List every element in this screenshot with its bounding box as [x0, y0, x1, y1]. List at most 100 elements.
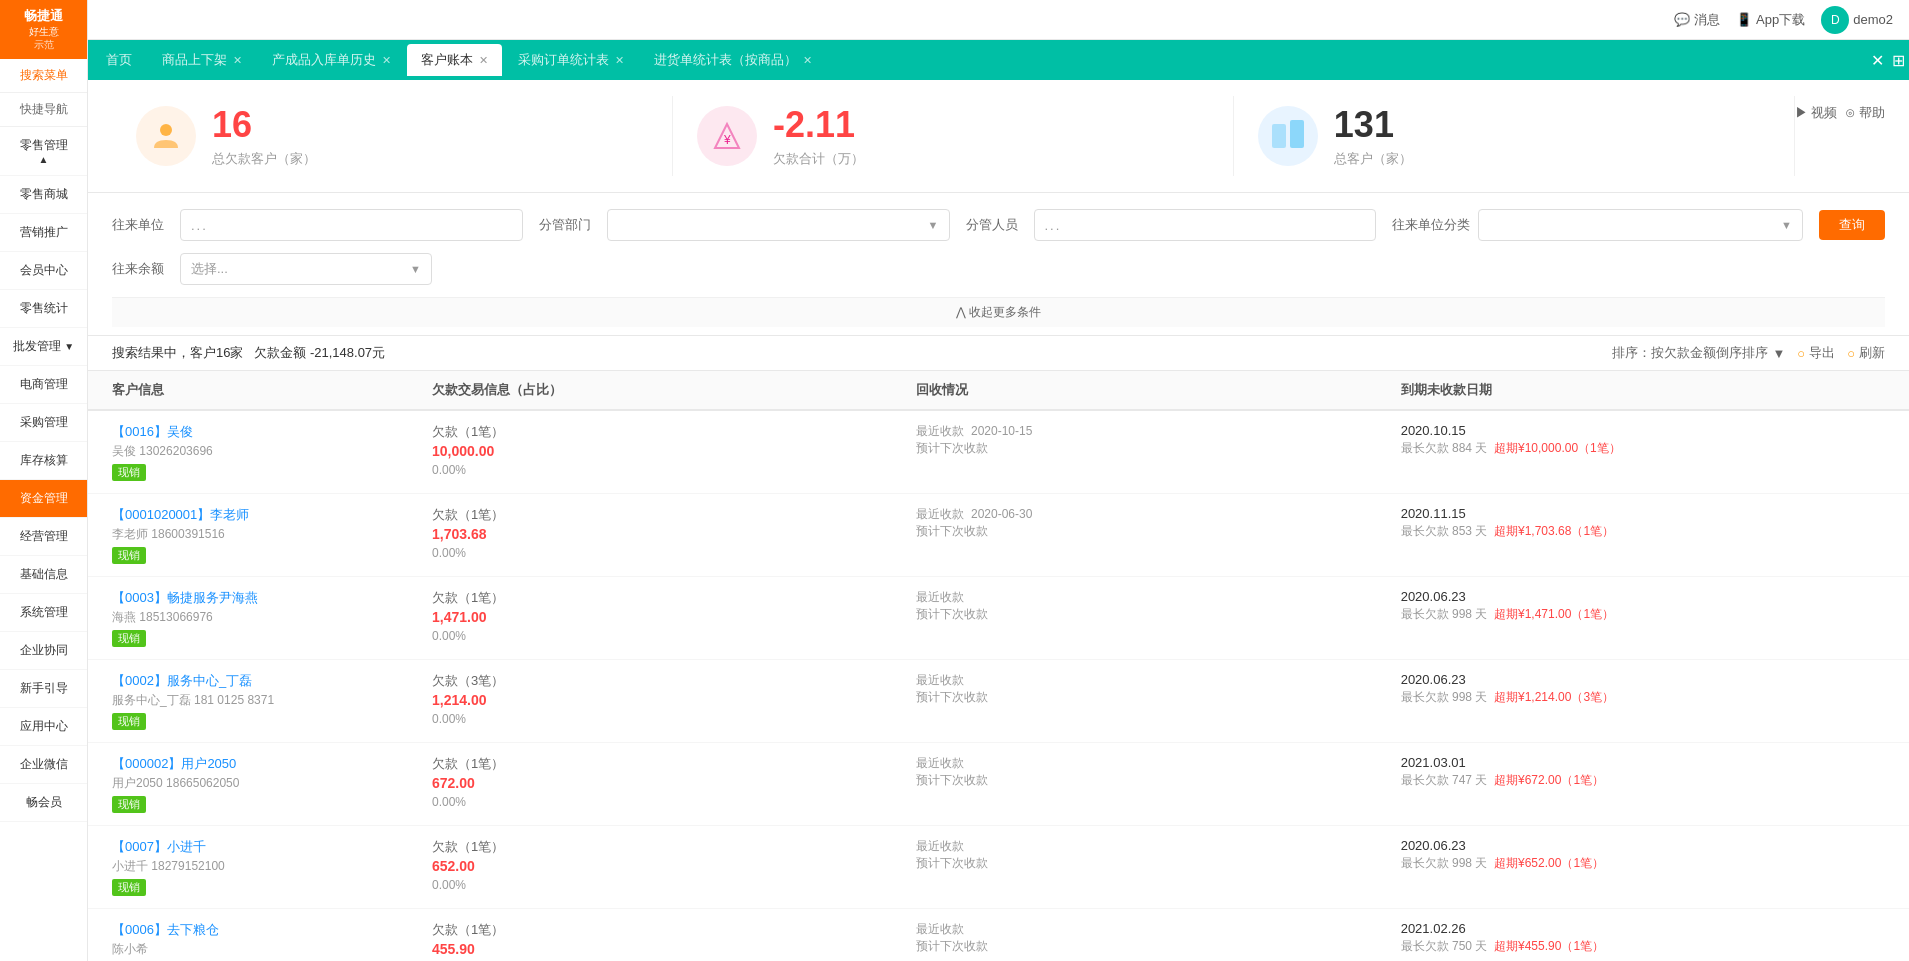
customer-name[interactable]: 【000002】用户2050	[112, 755, 432, 773]
results-info: 搜索结果中，客户16家 欠款金额 -21,148.07元	[112, 344, 385, 362]
phone-icon: 📱	[1736, 12, 1752, 27]
collection-info: 最近收款 2020-10-15 预计下次收款	[916, 423, 1400, 457]
sidebar-item-retail-mgmt[interactable]: 零售管理 ▲	[0, 127, 87, 176]
customer-tag: 现销	[112, 630, 146, 647]
customer-name[interactable]: 【0016】吴俊	[112, 423, 432, 441]
overdue-amount[interactable]: 超期¥672.00（1笔）	[1494, 773, 1604, 787]
customer-phone: 小进千 18279152100	[112, 858, 432, 875]
filter-row-1: 往来单位 ... 分管部门 ▼ 分管人员 ...	[112, 209, 1885, 241]
sidebar-item-member[interactable]: 会员中心	[0, 252, 87, 290]
stat-card-customers: 16 总欠款客户（家）	[112, 96, 673, 176]
tab-close-icon[interactable]: ✕	[233, 54, 242, 67]
customer-name[interactable]: 【0006】去下粮仓	[112, 921, 432, 939]
refresh-icon: ○	[1847, 346, 1855, 361]
remainder-select[interactable]: 选择... ▼	[180, 253, 432, 285]
debt-info: 欠款（3笔） 1,214.00 0.00%	[432, 672, 916, 726]
stat-label-debt: 欠款合计（万）	[773, 150, 864, 168]
app-download-button[interactable]: 📱 App下载	[1736, 11, 1805, 29]
sidebar-item-finance[interactable]: 资金管理	[0, 480, 87, 518]
video-button[interactable]: ▶ 视频	[1795, 104, 1838, 122]
fullscreen-icon[interactable]: ⊞	[1892, 51, 1905, 70]
collection-info: 最近收款 2020-06-30 预计下次收款	[916, 506, 1400, 540]
next-collection-label: 预计下次收款	[916, 523, 1400, 540]
overdue-date: 2020.06.23	[1401, 589, 1885, 604]
overdue-amount[interactable]: 超期¥1,214.00（3笔）	[1494, 690, 1614, 704]
debt-info: 欠款（1笔） 652.00 0.00%	[432, 838, 916, 892]
stat-top-right: ▶ 视频 ⊙ 帮助	[1795, 96, 1885, 122]
tab-inbound-stats[interactable]: 进货单统计表（按商品） ✕	[640, 44, 826, 76]
customer-name[interactable]: 【0002】服务中心_丁磊	[112, 672, 432, 690]
customer-tag: 现销	[112, 464, 146, 481]
debt-info: 欠款（1笔） 672.00 0.00%	[432, 755, 916, 809]
overdue-amount[interactable]: 超期¥455.90（1笔）	[1494, 939, 1604, 953]
sidebar-item-inventory[interactable]: 库存核算	[0, 442, 87, 480]
overdue-amount[interactable]: 超期¥10,000.00（1笔）	[1494, 441, 1621, 455]
sidebar-item-cooperation[interactable]: 企业协同	[0, 632, 87, 670]
tab-inbound-history[interactable]: 产成品入库单历史 ✕	[258, 44, 405, 76]
export-button[interactable]: ○ 导出	[1797, 344, 1835, 362]
sidebar-item-ecommerce[interactable]: 电商管理	[0, 366, 87, 404]
sidebar-item-app-center[interactable]: 应用中心	[0, 708, 87, 746]
sort-select[interactable]: 排序：按欠款金额倒序排序 ▼	[1612, 344, 1785, 362]
customer-name[interactable]: 【0001020001】李老师	[112, 506, 432, 524]
table-row: 【0001020001】李老师 李老师 18600391516 现销 欠款（1笔…	[88, 494, 1909, 577]
overdue-date: 2020.11.15	[1401, 506, 1885, 521]
tab-close-icon[interactable]: ✕	[803, 54, 812, 67]
sidebar-item-vip[interactable]: 畅会员	[0, 784, 87, 822]
collapse-filter-button[interactable]: ⋀ 收起更多条件	[112, 297, 1885, 327]
next-collection-label: 预计下次收款	[916, 772, 1400, 789]
customer-phone: 李老师 18600391516	[112, 526, 432, 543]
tab-product-listing[interactable]: 商品上下架 ✕	[148, 44, 256, 76]
sidebar-item-purchase[interactable]: 采购管理	[0, 404, 87, 442]
debt-amount: 1,703.68	[432, 526, 916, 542]
unit-category-select[interactable]: ▼	[1478, 209, 1803, 241]
results-actions: 排序：按欠款金额倒序排序 ▼ ○ 导出 ○ 刷新	[1612, 344, 1885, 362]
sidebar-item-operations[interactable]: 经营管理	[0, 518, 87, 556]
query-button[interactable]: 查询	[1819, 210, 1885, 240]
tab-purchase-stats[interactable]: 采购订单统计表 ✕	[504, 44, 638, 76]
due-info: 2020.06.23 最长欠款 998 天 超期¥1,471.00（1笔）	[1401, 589, 1885, 623]
sidebar-item-retail-mall[interactable]: 零售商城	[0, 176, 87, 214]
person-input[interactable]: ...	[1034, 209, 1377, 241]
overdue-date: 2021.03.01	[1401, 755, 1885, 770]
export-icon: ○	[1797, 346, 1805, 361]
help-button[interactable]: ⊙ 帮助	[1845, 104, 1885, 122]
table-row: 【0002】服务中心_丁磊 服务中心_丁磊 181 0125 8371 现销 欠…	[88, 660, 1909, 743]
sidebar-quick-nav[interactable]: 快捷导航	[0, 93, 87, 127]
user-avatar[interactable]: D demo2	[1821, 6, 1893, 34]
customer-phone: 陈小希	[112, 941, 432, 958]
sidebar-item-wechat[interactable]: 企业微信	[0, 746, 87, 784]
sidebar-item-wholesale[interactable]: 批发管理 ▼	[0, 328, 87, 366]
customer-name[interactable]: 【0003】畅捷服务尹海燕	[112, 589, 432, 607]
unit-category-label: 往来单位分类	[1392, 216, 1470, 234]
tab-close-icon[interactable]: ✕	[479, 54, 488, 67]
sidebar-item-guide[interactable]: 新手引导	[0, 670, 87, 708]
sidebar-search[interactable]: 搜索菜单	[0, 59, 87, 93]
sidebar-item-marketing[interactable]: 营销推广	[0, 214, 87, 252]
tab-close-icon[interactable]: ✕	[382, 54, 391, 67]
due-info: 2020.10.15 最长欠款 884 天 超期¥10,000.00（1笔）	[1401, 423, 1885, 457]
debt-count: 欠款（3笔）	[432, 672, 916, 690]
filter-unit-category: 往来单位分类 ▼	[1392, 209, 1803, 241]
message-button[interactable]: 💬 消息	[1674, 11, 1720, 29]
customer-name[interactable]: 【0007】小进千	[112, 838, 432, 856]
tab-home[interactable]: 首页	[92, 44, 146, 76]
sidebar-item-basic-info[interactable]: 基础信息	[0, 556, 87, 594]
tab-customer-account[interactable]: 客户账本 ✕	[407, 44, 502, 76]
video-icon: ▶	[1795, 105, 1808, 120]
tab-close-icon[interactable]: ✕	[615, 54, 624, 67]
refresh-button[interactable]: ○ 刷新	[1847, 344, 1885, 362]
table-container: 客户信息 欠款交易信息（占比） 回收情况 到期未收款日期 【0016】吴俊 吴俊…	[88, 371, 1909, 961]
overdue-amount[interactable]: 超期¥1,471.00（1笔）	[1494, 607, 1614, 621]
debt-amount: 672.00	[432, 775, 916, 791]
sidebar-item-system[interactable]: 系统管理	[0, 594, 87, 632]
overdue-amount[interactable]: 超期¥652.00（1笔）	[1494, 856, 1604, 870]
customer-info: 【0001020001】李老师 李老师 18600391516 现销	[112, 506, 432, 564]
close-all-icon[interactable]: ✕	[1871, 51, 1884, 70]
from-unit-input[interactable]: ...	[180, 209, 523, 241]
overdue-days: 最长欠款 998 天 超期¥652.00（1笔）	[1401, 855, 1885, 872]
debt-percent: 0.00%	[432, 546, 916, 560]
dept-select[interactable]: ▼	[607, 209, 950, 241]
sidebar-item-retail-stats[interactable]: 零售统计	[0, 290, 87, 328]
overdue-amount[interactable]: 超期¥1,703.68（1笔）	[1494, 524, 1614, 538]
